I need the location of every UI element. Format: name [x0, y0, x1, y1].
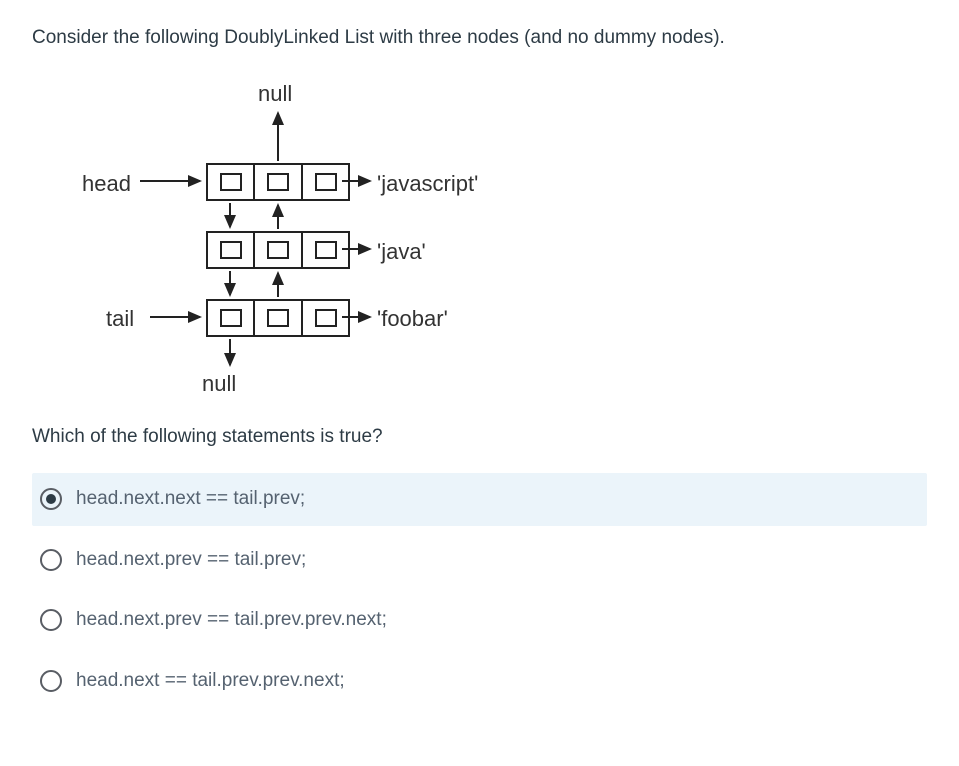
option-3[interactable]: head.next.prev == tail.prev.prev.next; [32, 594, 927, 647]
node-3 [206, 299, 350, 337]
radio-icon [40, 609, 62, 631]
null-top-label: null [258, 77, 292, 110]
option-4[interactable]: head.next == tail.prev.prev.next; [32, 655, 927, 708]
option-label: head.next.prev == tail.prev.prev.next; [76, 606, 387, 635]
node-1 [206, 163, 350, 201]
option-1[interactable]: head.next.next == tail.prev; [32, 473, 927, 526]
option-label: head.next.next == tail.prev; [76, 485, 305, 514]
radio-icon [40, 670, 62, 692]
radio-icon [40, 549, 62, 571]
head-label: head [82, 167, 131, 200]
node-value-2: 'java' [377, 235, 426, 268]
linked-list-diagram: null null head tail 'javascript' 'java' … [62, 77, 582, 397]
question-prompt: Consider the following DoublyLinked List… [32, 24, 927, 53]
null-bot-label: null [202, 367, 236, 400]
radio-icon [40, 488, 62, 510]
node-value-3: 'foobar' [377, 302, 448, 335]
option-2[interactable]: head.next.prev == tail.prev; [32, 534, 927, 587]
tail-label: tail [106, 302, 134, 335]
follow-up-prompt: Which of the following statements is tru… [32, 423, 927, 452]
node-value-1: 'javascript' [377, 167, 478, 200]
option-label: head.next.prev == tail.prev; [76, 546, 306, 575]
option-label: head.next == tail.prev.prev.next; [76, 667, 345, 696]
node-2 [206, 231, 350, 269]
